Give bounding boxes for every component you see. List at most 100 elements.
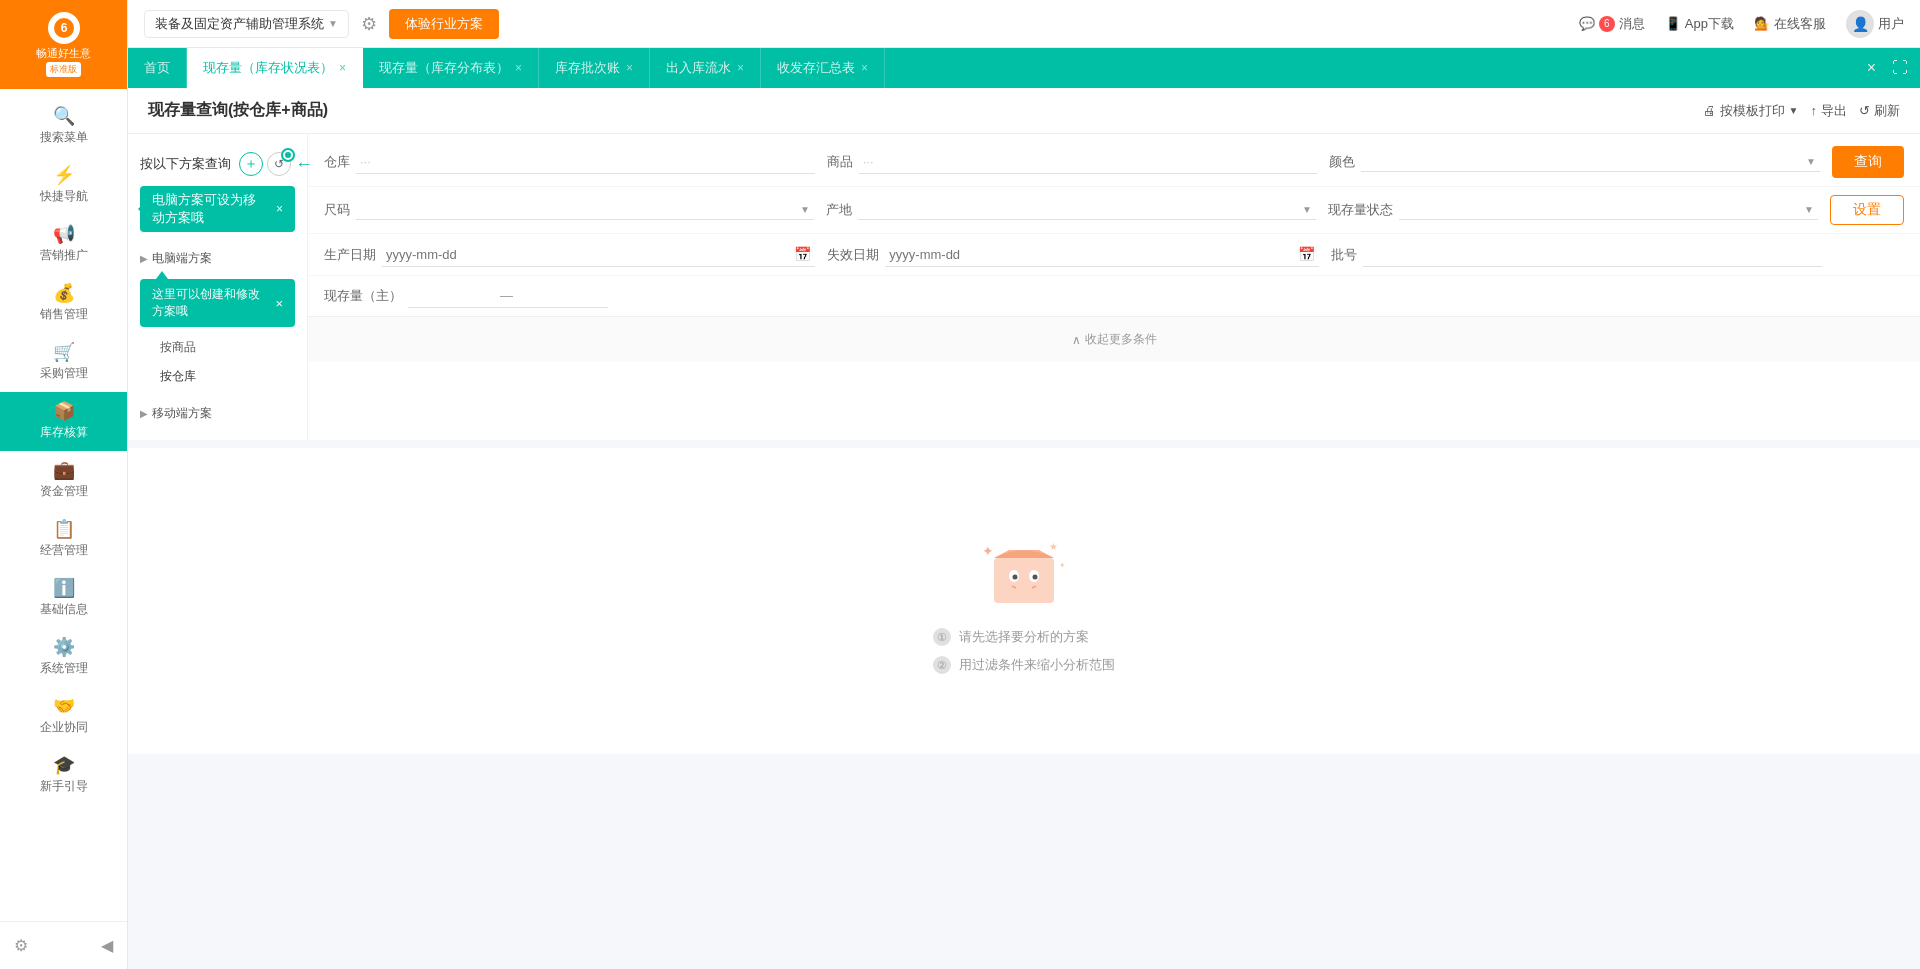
scheme-tooltip-close[interactable]: × bbox=[276, 202, 283, 216]
batch-input[interactable] bbox=[1363, 243, 1822, 267]
tab-home[interactable]: 首页 bbox=[128, 48, 187, 88]
sidebar-item-search-menu[interactable]: 🔍 搜索菜单 bbox=[0, 97, 127, 156]
tab-inventory-dist[interactable]: 现存量（库存分布表） × bbox=[363, 48, 539, 88]
scheme-group-mobile-label: 移动端方案 bbox=[152, 405, 295, 422]
batch-field[interactable] bbox=[1367, 247, 1818, 262]
user-avatar-icon: 👤 bbox=[1852, 16, 1869, 32]
add-scheme-btn[interactable]: ＋ bbox=[239, 152, 263, 176]
scheme-sub-item-1[interactable]: 按商品 bbox=[148, 333, 307, 362]
goods-placeholder: ··· bbox=[863, 154, 1314, 169]
tab-collect-summary-close[interactable]: × bbox=[861, 61, 868, 75]
scheme-tooltip2: 这里可以创建和修改方案哦 × bbox=[140, 279, 295, 327]
export-label: 导出 bbox=[1821, 102, 1847, 120]
app-download-icon: 📱 bbox=[1665, 16, 1681, 31]
newbie-icon: 🎓 bbox=[53, 756, 75, 774]
expire-date-input[interactable]: 📅 bbox=[885, 242, 1318, 267]
empty-hint-2-text: 用过滤条件来缩小分析范围 bbox=[959, 656, 1115, 674]
content-inner: 按以下方案查询 ＋ ↺ ← bbox=[128, 134, 1920, 440]
color-select[interactable]: ▼ bbox=[1361, 152, 1820, 172]
scheme-group-mobile[interactable]: ▶ 移动端方案 bbox=[128, 399, 307, 428]
scheme-tooltip-text: 电脑方案可设为移动方案哦 bbox=[152, 191, 268, 227]
collapse-btn[interactable]: ∧ 收起更多条件 bbox=[1064, 323, 1165, 356]
stock-status-select[interactable]: ▼ bbox=[1399, 200, 1818, 220]
sidebar-item-ops-mgmt-label: 经营管理 bbox=[40, 542, 88, 559]
sidebar-item-newbie-label: 新手引导 bbox=[40, 778, 88, 795]
sidebar-item-purchase-mgmt[interactable]: 🛒 采购管理 bbox=[0, 333, 127, 392]
size-select[interactable]: ▼ bbox=[356, 200, 814, 220]
scheme-sub-item-2[interactable]: 按仓库 bbox=[148, 362, 307, 391]
tab-inout-flow-close[interactable]: × bbox=[737, 61, 744, 75]
tab-expand-btn[interactable]: ⛶ bbox=[1888, 55, 1912, 81]
sidebar-settings-btn[interactable]: ⚙ bbox=[10, 932, 32, 959]
sidebar-item-sales-mgmt[interactable]: 💰 销售管理 bbox=[0, 274, 127, 333]
sidebar-item-inventory-calc-label: 库存核算 bbox=[40, 424, 88, 441]
system-title-select[interactable]: 装备及固定资产辅助管理系统 ▼ bbox=[144, 10, 349, 38]
refresh-btn[interactable]: ↺ 刷新 bbox=[1859, 102, 1900, 120]
form-field-expire-date: 失效日期 📅 bbox=[827, 242, 1318, 267]
tab-close-all-btn[interactable]: × bbox=[1863, 55, 1880, 81]
print-btn[interactable]: 🖨 按模板打印 ▼ bbox=[1703, 102, 1799, 120]
sidebar-item-ops-mgmt[interactable]: 📋 经营管理 bbox=[0, 510, 127, 569]
inventory-calc-icon: 📦 bbox=[53, 402, 75, 420]
search-btn[interactable]: 查询 bbox=[1832, 146, 1904, 178]
expire-date-calendar-icon[interactable]: 📅 bbox=[1298, 246, 1315, 262]
sidebar-item-enterprise[interactable]: 🤝 企业协同 bbox=[0, 687, 127, 746]
print-chevron-icon: ▼ bbox=[1789, 105, 1799, 116]
scheme-tooltip2-area: 这里可以创建和修改方案哦 × bbox=[128, 273, 307, 333]
stock-main-input[interactable]: — bbox=[408, 284, 608, 308]
sidebar-collapse-btn[interactable]: ◀ bbox=[97, 932, 117, 959]
system-title-label: 装备及固定资产辅助管理系统 bbox=[155, 15, 324, 33]
form-row-2: 尺码 ▼ 产地 ▼ bbox=[308, 187, 1920, 234]
scheme-tooltip2-close[interactable]: × bbox=[275, 296, 283, 311]
export-icon: ↑ bbox=[1811, 103, 1818, 118]
goods-input[interactable]: ··· bbox=[859, 150, 1318, 174]
sidebar-item-sys-mgmt[interactable]: ⚙️ 系统管理 bbox=[0, 628, 127, 687]
refresh-scheme-btn[interactable]: ↺ bbox=[267, 152, 291, 176]
tab-inventory-status[interactable]: 现存量（库存状况表） × bbox=[187, 48, 363, 88]
industry-plan-btn[interactable]: 体验行业方案 bbox=[389, 9, 499, 39]
user-label: 用户 bbox=[1878, 15, 1904, 33]
tab-batch-account-close[interactable]: × bbox=[626, 61, 633, 75]
sidebar-item-purchase-mgmt-label: 采购管理 bbox=[40, 365, 88, 382]
scheme-group-pc[interactable]: ▶ 电脑端方案 bbox=[128, 244, 307, 273]
message-btn[interactable]: 💬 6 消息 bbox=[1579, 15, 1645, 33]
empty-state-area: ✦ ★ ✦ ① 请先选择要分析的方案 ② 用过滤条件来缩小分析范围 bbox=[128, 448, 1920, 754]
scheme-sub-item-1-label: 按商品 bbox=[160, 339, 295, 356]
online-support-btn[interactable]: 💁 在线客服 bbox=[1754, 15, 1826, 33]
sidebar-item-quick-nav[interactable]: ⚡ 快捷导航 bbox=[0, 156, 127, 215]
stock-main-dash: — bbox=[500, 288, 513, 303]
form-field-produce-date: 生产日期 📅 bbox=[324, 242, 815, 267]
tab-inout-flow[interactable]: 出入库流水 × bbox=[650, 48, 761, 88]
arrow-left-btn[interactable]: ← bbox=[295, 155, 313, 173]
sidebar-item-finance-mgmt[interactable]: 💼 资金管理 bbox=[0, 451, 127, 510]
empty-text: ① 请先选择要分析的方案 ② 用过滤条件来缩小分析范围 bbox=[933, 628, 1115, 674]
export-btn[interactable]: ↑ 导出 bbox=[1811, 102, 1848, 120]
tab-batch-account[interactable]: 库存批次账 × bbox=[539, 48, 650, 88]
origin-select[interactable]: ▼ bbox=[858, 200, 1316, 220]
produce-date-field[interactable] bbox=[386, 247, 790, 262]
sidebar-item-sales-promo[interactable]: 📢 营销推广 bbox=[0, 215, 127, 274]
tab-inventory-status-close[interactable]: × bbox=[339, 61, 346, 75]
tooltip2-arrow bbox=[156, 271, 168, 279]
produce-date-calendar-icon[interactable]: 📅 bbox=[794, 246, 811, 262]
filter-by-label: 按以下方案查询 bbox=[140, 155, 231, 173]
user-btn[interactable]: 👤 用户 bbox=[1846, 10, 1904, 38]
app-download-btn[interactable]: 📱 App下载 bbox=[1665, 15, 1734, 33]
tab-inventory-dist-label: 现存量（库存分布表） bbox=[379, 59, 509, 77]
stock-main-from[interactable] bbox=[412, 288, 492, 303]
produce-date-input[interactable]: 📅 bbox=[382, 242, 815, 267]
warehouse-input[interactable]: ··· bbox=[356, 150, 815, 174]
expire-date-field[interactable] bbox=[889, 247, 1293, 262]
tab-collect-summary[interactable]: 收发存汇总表 × bbox=[761, 48, 885, 88]
tab-inventory-dist-close[interactable]: × bbox=[515, 61, 522, 75]
sidebar-item-newbie[interactable]: 🎓 新手引导 bbox=[0, 746, 127, 805]
app-download-label: App下载 bbox=[1685, 15, 1734, 33]
guide-dot bbox=[283, 150, 293, 160]
sidebar-item-inventory-calc[interactable]: 📦 库存核算 bbox=[0, 392, 127, 451]
reset-btn[interactable]: 设置 bbox=[1830, 195, 1904, 225]
sidebar-item-basic-info[interactable]: ℹ️ 基础信息 bbox=[0, 569, 127, 628]
stock-main-to[interactable] bbox=[521, 288, 601, 303]
topbar-gear-btn[interactable]: ⚙ bbox=[361, 13, 377, 35]
scheme-pc-sub: 按商品 按仓库 bbox=[128, 333, 307, 391]
arrow-nav: ← bbox=[295, 155, 313, 173]
